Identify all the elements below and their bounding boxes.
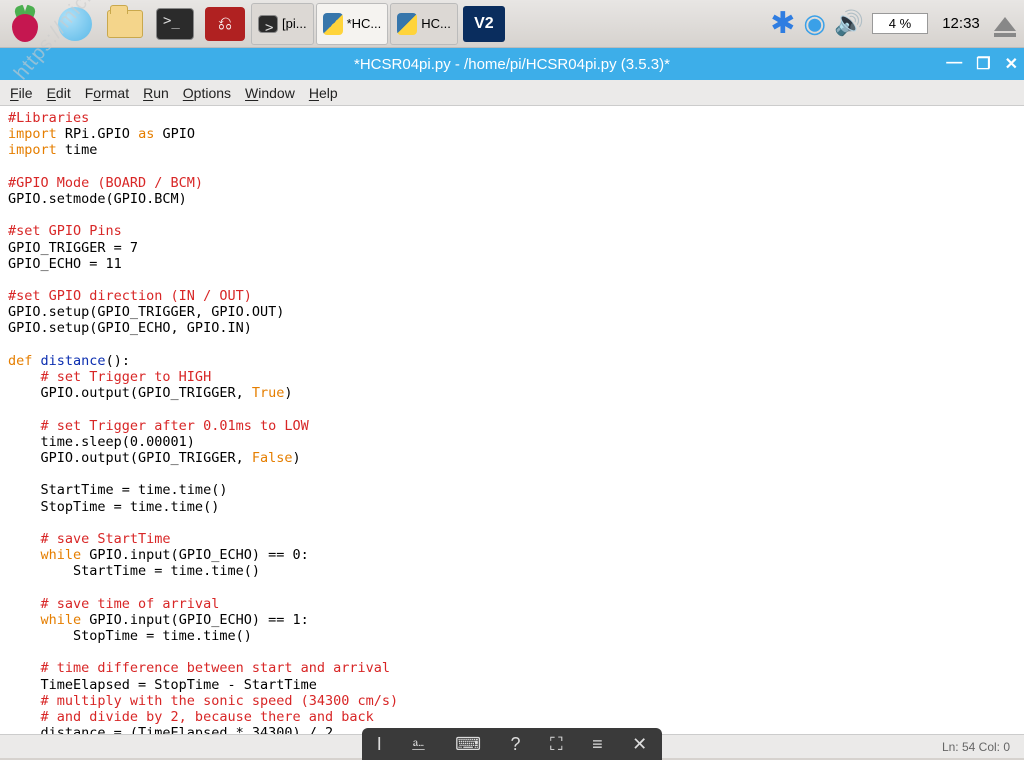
clock[interactable]: 12:33 [936,4,986,44]
python-icon [397,14,417,34]
volume-icon[interactable]: 🔊 [834,4,864,44]
toolbar-fullscreen-icon[interactable]: ⛶ [550,734,563,755]
menu-options[interactable]: Options [183,85,231,101]
tab-label: *HC... [347,16,382,31]
cursor-position: Ln: 54 Col: 0 [942,740,1010,754]
close-button[interactable]: ✕ [1005,54,1018,74]
taskbar-tab-terminal[interactable]: [pi... [251,3,314,45]
window-controls: — ❐ ✕ [946,54,1018,74]
tab-label: HC... [421,16,451,31]
toolbar-menu-icon[interactable]: ≡ [592,734,603,755]
vnc-toolbar[interactable]: I ⎁ ⌨ ? ⛶ ≡ ✕ [362,728,662,760]
taskbar-tab-editor-2[interactable]: HC... [390,3,458,45]
vnc-icon[interactable]: V2 [460,2,508,46]
editor-menubar: File Edit Format Run Options Window Help [0,80,1024,106]
menu-format[interactable]: Format [85,85,129,101]
toolbar-info-icon[interactable]: I [377,734,382,755]
menu-help[interactable]: Help [309,85,338,101]
minimize-button[interactable]: — [946,54,962,74]
menu-run[interactable]: Run [143,85,169,101]
menu-window[interactable]: Window [245,85,295,101]
code-editor[interactable]: #Libraries import RPi.GPIO as GPIO impor… [0,106,1024,734]
menu-file[interactable]: File [10,85,33,101]
toolbar-close-icon[interactable]: ✕ [632,734,647,755]
tab-label: [pi... [282,16,307,31]
browser-icon[interactable] [51,2,99,46]
file-manager-icon[interactable] [101,2,149,46]
window-title: *HCSR04pi.py - /home/pi/HCSR04pi.py (3.5… [354,56,670,73]
usb-icon[interactable]: ⎌ [201,2,249,46]
toolbar-help-icon[interactable]: ? [511,734,521,755]
terminal-small-icon [258,14,278,34]
eject-icon[interactable] [994,4,1016,44]
python-icon [323,14,343,34]
window-titlebar[interactable]: *HCSR04pi.py - /home/pi/HCSR04pi.py (3.5… [0,48,1024,80]
system-taskbar: ⎌ [pi... *HC... HC... V2 ✱ ◉ 🔊 4 % 12:33 [0,0,1024,48]
terminal-icon[interactable] [151,2,199,46]
taskbar-tab-editor-active[interactable]: *HC... [316,3,389,45]
battery-indicator[interactable]: 4 % [872,4,928,44]
maximize-button[interactable]: ❐ [976,54,990,74]
raspberry-menu-icon[interactable] [1,2,49,46]
menu-edit[interactable]: Edit [47,85,71,101]
toolbar-input-icon[interactable]: ⎁ [411,734,425,755]
bluetooth-icon[interactable]: ✱ [770,4,795,44]
system-tray: ✱ ◉ 🔊 4 % 12:33 [770,4,1024,44]
toolbar-keyboard-icon[interactable]: ⌨ [455,734,481,755]
wifi-icon[interactable]: ◉ [803,4,826,44]
